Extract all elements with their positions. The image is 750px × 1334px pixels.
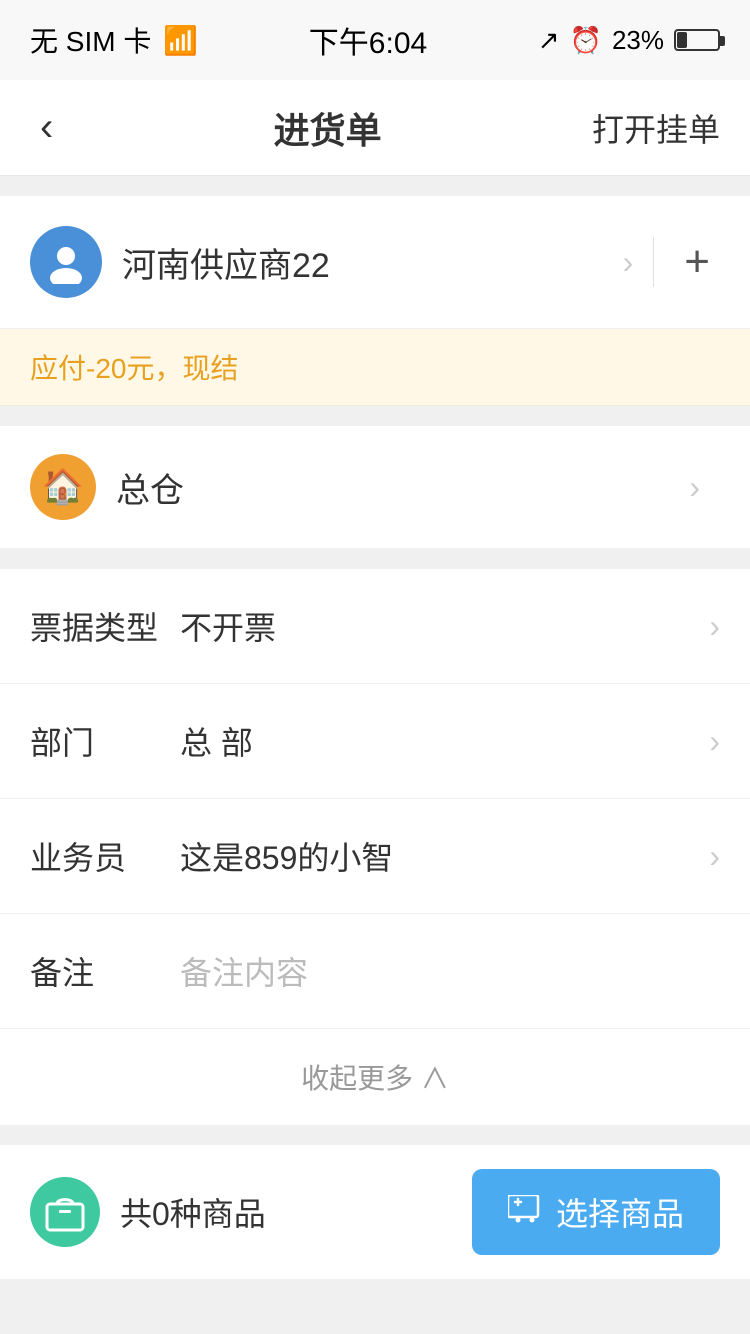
select-product-icon <box>508 1194 544 1231</box>
alert-text: 应付-20元，现结 <box>30 353 238 384</box>
section-gap-2 <box>0 406 750 426</box>
status-bar: 无 SIM 卡 📶 下午6:04 ↗ ⏰ 23% <box>0 0 750 80</box>
supplier-chevron-icon: › <box>623 244 634 281</box>
section-gap-3 <box>0 548 750 568</box>
carrier-text: 无 SIM 卡 <box>30 20 151 60</box>
field-value-department: 总 部 <box>160 718 709 764</box>
add-supplier-button[interactable]: + <box>674 237 720 287</box>
field-row-salesperson[interactable]: 业务员 这是859的小智 › <box>0 798 750 913</box>
supplier-row[interactable]: 河南供应商22 › + <box>0 196 750 329</box>
field-value-salesperson: 这是859的小智 <box>160 833 709 879</box>
location-icon: ↗ <box>538 25 560 56</box>
supplier-section: 河南供应商22 › + 应付-20元，现结 <box>0 196 750 406</box>
field-row-department[interactable]: 部门 总 部 › <box>0 683 750 798</box>
product-bar: 共0种商品 选择商品 <box>0 1145 750 1279</box>
back-button[interactable]: ‹ <box>30 95 63 160</box>
supplier-name: 河南供应商22 <box>122 238 623 287</box>
warehouse-chevron-icon: › <box>689 469 700 506</box>
page-title: 进货单 <box>274 102 382 154</box>
supplier-avatar <box>30 226 102 298</box>
wifi-icon: 📶 <box>163 24 198 57</box>
field-label-invoice-type: 票据类型 <box>30 603 160 649</box>
alert-banner: 应付-20元，现结 <box>0 329 750 406</box>
select-product-label: 选择商品 <box>556 1189 684 1235</box>
warehouse-icon-wrap: 🏠 <box>30 454 96 520</box>
field-label-remark: 备注 <box>30 948 160 994</box>
field-value-remark: 备注内容 <box>160 948 720 994</box>
status-carrier: 无 SIM 卡 📶 <box>30 20 198 60</box>
section-gap-1 <box>0 176 750 196</box>
field-value-invoice-type: 不开票 <box>160 603 709 649</box>
warehouse-section: 🏠 总仓 › <box>0 426 750 548</box>
warehouse-row[interactable]: 🏠 总仓 › <box>0 426 750 548</box>
warehouse-name: 总仓 <box>116 463 689 512</box>
product-icon <box>43 1190 87 1234</box>
battery-icon <box>674 29 720 51</box>
select-product-button[interactable]: 选择商品 <box>472 1169 720 1255</box>
field-chevron-department: › <box>709 723 720 760</box>
nav-bar: ‹ 进货单 打开挂单 <box>0 80 750 176</box>
fields-section: 票据类型 不开票 › 部门 总 部 › 业务员 这是859的小智 › 备注 备注… <box>0 568 750 1125</box>
alarm-icon: ⏰ <box>570 25 602 56</box>
status-time: 下午6:04 <box>309 18 427 62</box>
field-chevron-salesperson: › <box>709 838 720 875</box>
field-chevron-invoice-type: › <box>709 608 720 645</box>
collapse-label: 收起更多 ∧ <box>301 1057 449 1097</box>
battery-percentage: 23% <box>612 25 664 56</box>
open-pending-button[interactable]: 打开挂单 <box>592 105 720 151</box>
status-indicators: ↗ ⏰ 23% <box>538 25 720 56</box>
field-row-invoice-type[interactable]: 票据类型 不开票 › <box>0 568 750 683</box>
product-icon-wrap <box>30 1177 100 1247</box>
collapse-button[interactable]: 收起更多 ∧ <box>0 1028 750 1125</box>
field-label-salesperson: 业务员 <box>30 833 160 879</box>
cart-plus-icon <box>508 1195 544 1223</box>
vertical-divider <box>653 237 654 287</box>
warehouse-icon: 🏠 <box>42 467 84 507</box>
field-label-department: 部门 <box>30 718 160 764</box>
product-count-label: 共0种商品 <box>120 1189 472 1235</box>
field-row-remark[interactable]: 备注 备注内容 <box>0 913 750 1028</box>
person-icon <box>44 240 88 284</box>
